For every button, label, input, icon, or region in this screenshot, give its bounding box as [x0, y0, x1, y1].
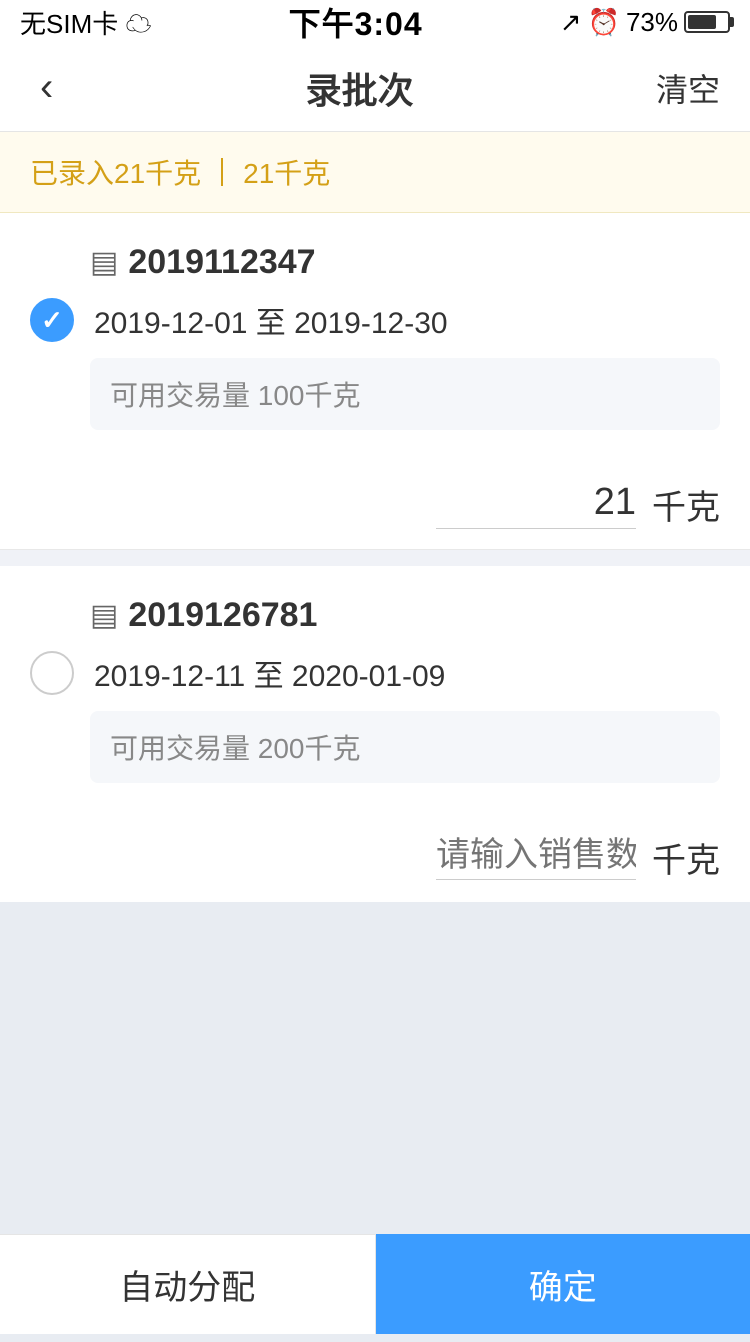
batch2-unit: 千克 [652, 833, 720, 882]
auto-distribute-button[interactable]: 自动分配 [0, 1234, 376, 1334]
batch2-date: 2019-12-11 至 2020-01-09 [94, 651, 445, 695]
summary-divider [221, 158, 223, 186]
confirm-label: 确定 [529, 1260, 597, 1309]
batch1-date-row: 2019-12-01 至 2019-12-30 [30, 298, 720, 342]
batch2-id: 2019126781 [128, 596, 317, 635]
summary-banner: 已录入21千克 21千克 [0, 132, 750, 213]
batch1-header: ▤ 2019112347 [90, 243, 720, 282]
alarm-icon: ⏰ [588, 7, 620, 38]
batch1-icon: ▤ [90, 245, 118, 280]
status-time: 下午3:04 [289, 0, 423, 45]
section-divider [0, 550, 750, 566]
back-button[interactable]: ‹ [30, 55, 63, 120]
batch1-available-qty: 可用交易量 100千克 [110, 380, 361, 411]
batch-card-1: ▤ 2019112347 2019-12-01 至 2019-12-30 可用交… [0, 213, 750, 460]
clear-button[interactable]: 清空 [656, 65, 720, 111]
batch-card-2: ▤ 2019126781 2019-12-11 至 2020-01-09 可用交… [0, 566, 750, 813]
status-left: 无SIM卡 ☁ [20, 4, 151, 41]
content-area: ▤ 2019112347 2019-12-01 至 2019-12-30 可用交… [0, 213, 750, 1342]
battery-icon [684, 11, 730, 33]
batch1-unit: 千克 [652, 480, 720, 529]
page-title: 录批次 [306, 62, 414, 114]
batch1-qty-row: 可用交易量 100千克 [90, 358, 720, 430]
summary-recorded: 已录入21千克 [30, 152, 201, 192]
batch2-input-container [436, 836, 636, 880]
nav-bar: ‹ 录批次 清空 [0, 44, 750, 132]
batch2-qty-row: 可用交易量 200千克 [90, 711, 720, 783]
batch1-input-row: 21 千克 [0, 460, 750, 550]
status-bar: 无SIM卡 ☁ 下午3:04 ↗ ⏰ 73% [0, 0, 750, 44]
batch2-radio[interactable] [30, 651, 74, 695]
status-right: ↗ ⏰ 73% [560, 7, 730, 38]
confirm-button[interactable]: 确定 [376, 1234, 750, 1334]
summary-total: 21千克 [243, 152, 330, 192]
batch1-input-container: 21 [436, 481, 636, 529]
batch1-input-separator [436, 528, 636, 529]
batch1-radio[interactable] [30, 298, 74, 342]
batch2-icon: ▤ [90, 598, 118, 633]
batch2-date-row: 2019-12-11 至 2020-01-09 [30, 651, 720, 695]
battery-percent: 73% [626, 7, 678, 38]
batch1-qty-value: 21 [594, 481, 636, 524]
batch2-available-qty: 可用交易量 200千克 [110, 733, 361, 764]
batch1-id: 2019112347 [128, 243, 315, 282]
sim-text: 无SIM卡 ☁ [20, 4, 151, 41]
location-icon: ↗ [560, 7, 582, 38]
batch2-header: ▤ 2019126781 [90, 596, 720, 635]
batch1-date: 2019-12-01 至 2019-12-30 [94, 298, 448, 342]
bottom-buttons: 自动分配 确定 [0, 1234, 750, 1334]
batch2-qty-input[interactable] [436, 836, 636, 875]
auto-distribute-label: 自动分配 [119, 1260, 255, 1309]
batch2-input-row: 千克 [0, 813, 750, 902]
batch2-input-separator [436, 879, 636, 880]
